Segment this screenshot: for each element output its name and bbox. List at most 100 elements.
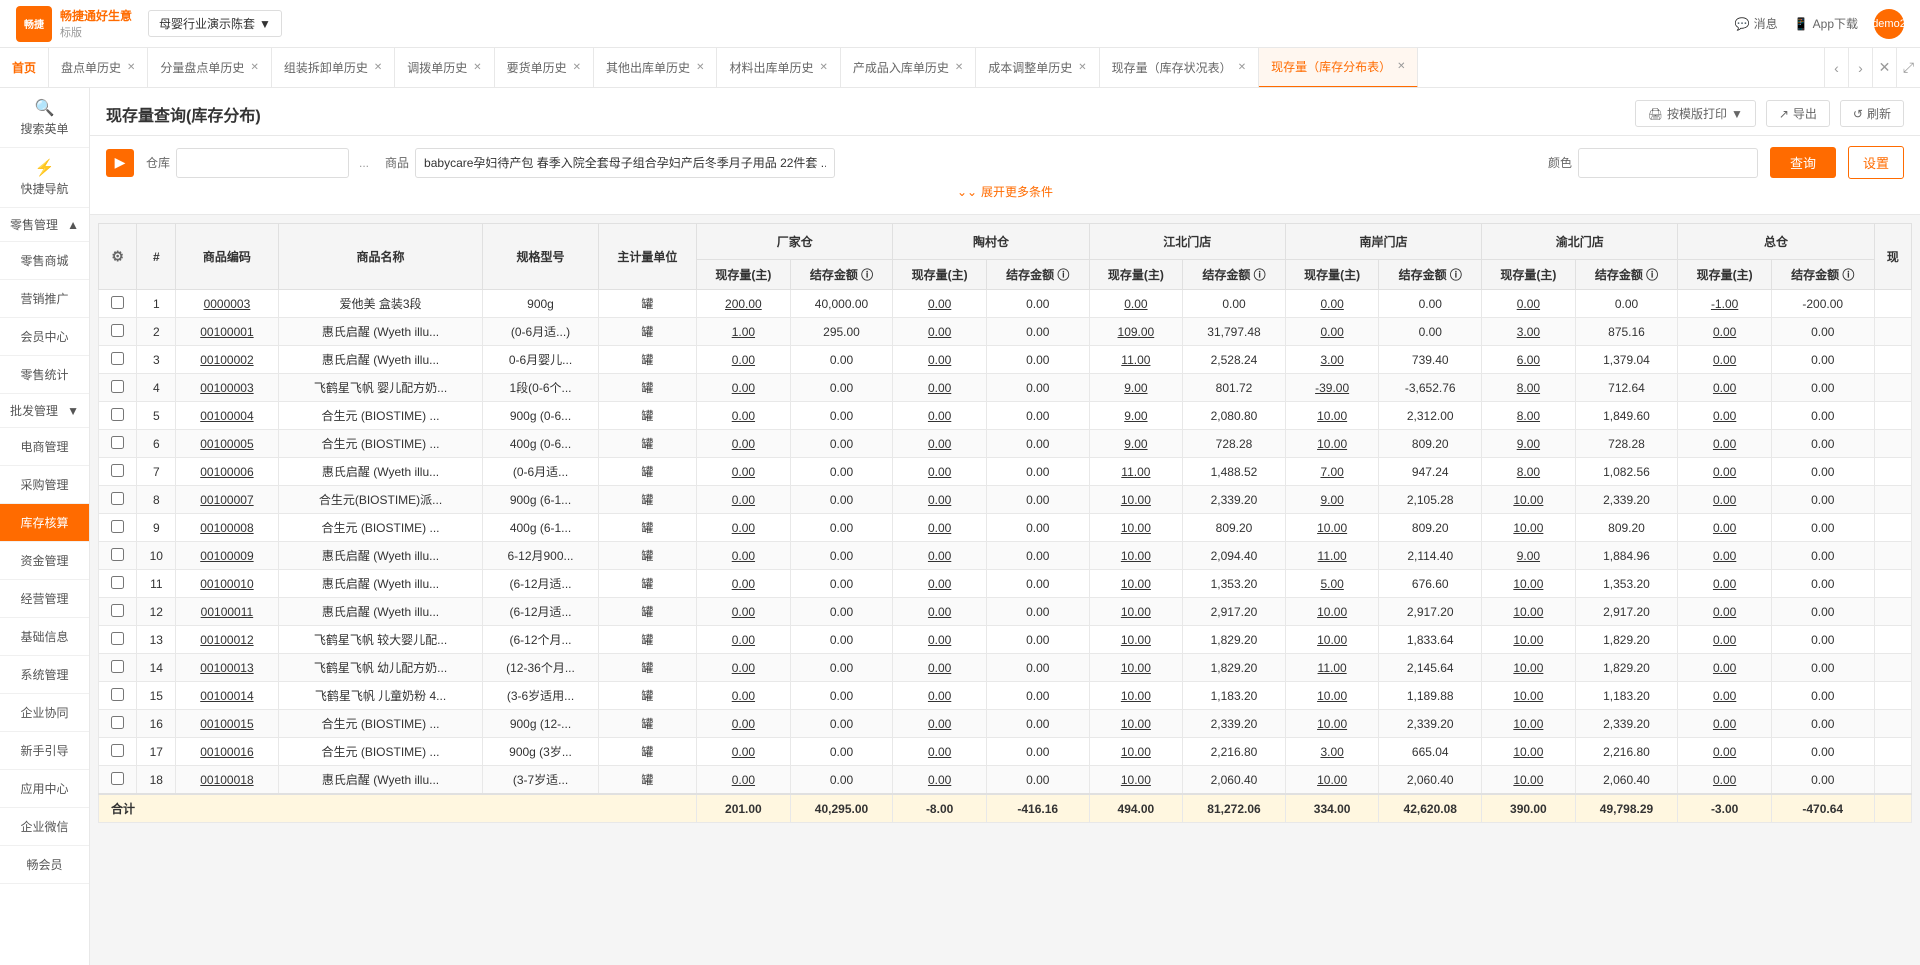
cell-jiangbei-qty[interactable]: 10.00 <box>1089 486 1182 514</box>
cell-total-qty[interactable]: 0.00 <box>1678 458 1771 486</box>
cell-code[interactable]: 00100010 <box>176 570 278 598</box>
cell-yubei-qty[interactable]: 10.00 <box>1482 654 1575 682</box>
sidebar-section-wholesale[interactable]: 批发管理 ▼ <box>0 394 89 428</box>
cell-jiangbei-qty[interactable]: 0.00 <box>1089 290 1182 318</box>
cell-jiangbei-qty[interactable]: 9.00 <box>1089 374 1182 402</box>
cell-total-qty[interactable]: 0.00 <box>1678 374 1771 402</box>
cell-nanan-qty[interactable]: 11.00 <box>1285 542 1378 570</box>
btn-print[interactable]: 🖨 按模版打印 ▼ <box>1635 100 1756 127</box>
cell-nanan-qty[interactable]: 10.00 <box>1285 430 1378 458</box>
cell-code[interactable]: 00100008 <box>176 514 278 542</box>
cell-jiangbei-qty[interactable]: 11.00 <box>1089 346 1182 374</box>
cell-total-qty[interactable]: 0.00 <box>1678 542 1771 570</box>
cell-yubei-qty[interactable]: 10.00 <box>1482 598 1575 626</box>
cell-total-qty[interactable]: 0.00 <box>1678 766 1771 795</box>
cell-factory-qty[interactable]: 200.00 <box>697 290 790 318</box>
cell-factory-qty[interactable]: 0.00 <box>697 346 790 374</box>
expand-more-btn[interactable]: ⌄⌄ 展开更多条件 <box>106 179 1904 204</box>
cell-total-qty[interactable]: 0.00 <box>1678 738 1771 766</box>
cell-total-qty[interactable]: 0.00 <box>1678 682 1771 710</box>
cell-yubei-qty[interactable]: 10.00 <box>1482 486 1575 514</box>
cell-taocun-qty[interactable]: 0.00 <box>893 402 986 430</box>
cell-code[interactable]: 00100013 <box>176 654 278 682</box>
cell-nanan-qty[interactable]: 9.00 <box>1285 486 1378 514</box>
cell-code[interactable]: 00100002 <box>176 346 278 374</box>
cell-jiangbei-qty[interactable]: 10.00 <box>1089 570 1182 598</box>
cell-code[interactable]: 00100005 <box>176 430 278 458</box>
cell-yubei-qty[interactable]: 10.00 <box>1482 682 1575 710</box>
cell-total-qty[interactable]: 0.00 <box>1678 318 1771 346</box>
cell-factory-qty[interactable]: 0.00 <box>697 626 790 654</box>
cell-factory-qty[interactable]: 0.00 <box>697 654 790 682</box>
cell-yubei-qty[interactable]: 10.00 <box>1482 766 1575 795</box>
cell-taocun-qty[interactable]: 0.00 <box>893 542 986 570</box>
cell-code[interactable]: 00100012 <box>176 626 278 654</box>
cell-jiangbei-qty[interactable]: 9.00 <box>1089 402 1182 430</box>
tab-xiancun-fen[interactable]: 现存量（库存分布表） ✕ <box>1259 48 1418 88</box>
btn-setting[interactable]: 设置 <box>1848 146 1904 179</box>
sidebar-item-quicknav[interactable]: ⚡ 快捷导航 <box>0 148 89 208</box>
sidebar-item-guide[interactable]: 新手引导 <box>0 732 89 770</box>
cell-yubei-qty[interactable]: 10.00 <box>1482 626 1575 654</box>
cell-jiangbei-qty[interactable]: 10.00 <box>1089 766 1182 795</box>
cell-jiangbei-qty[interactable]: 10.00 <box>1089 654 1182 682</box>
cell-yubei-qty[interactable]: 0.00 <box>1482 290 1575 318</box>
cell-nanan-qty[interactable]: 10.00 <box>1285 682 1378 710</box>
cell-jiangbei-qty[interactable]: 10.00 <box>1089 626 1182 654</box>
dropdown-org[interactable]: 母婴行业演示陈套 ▼ <box>148 10 282 37</box>
tab-close-tiaobo[interactable]: ✕ <box>473 62 481 73</box>
cell-taocun-qty[interactable]: 0.00 <box>893 290 986 318</box>
cell-total-qty[interactable]: 0.00 <box>1678 598 1771 626</box>
warehouse-input[interactable] <box>176 148 349 178</box>
cell-taocun-qty[interactable]: 0.00 <box>893 766 986 795</box>
cell-code[interactable]: 00100011 <box>176 598 278 626</box>
btn-query[interactable]: 查询 <box>1770 147 1836 178</box>
color-input[interactable] <box>1578 148 1758 178</box>
sidebar-item-wechat[interactable]: 企业微信 <box>0 808 89 846</box>
cell-factory-qty[interactable]: 0.00 <box>697 402 790 430</box>
nav-tab-fullscreen[interactable]: ⤢ <box>1896 48 1920 88</box>
cell-jiangbei-qty[interactable]: 10.00 <box>1089 514 1182 542</box>
cell-yubei-qty[interactable]: 9.00 <box>1482 430 1575 458</box>
cell-factory-qty[interactable]: 0.00 <box>697 542 790 570</box>
cell-nanan-qty[interactable]: 10.00 <box>1285 402 1378 430</box>
sidebar-item-inventory[interactable]: 库存核算 <box>0 504 89 542</box>
cell-taocun-qty[interactable]: 0.00 <box>893 374 986 402</box>
cell-taocun-qty[interactable]: 0.00 <box>893 710 986 738</box>
cell-total-qty[interactable]: 0.00 <box>1678 654 1771 682</box>
tab-cailiao[interactable]: 材料出库单历史 ✕ <box>717 48 840 88</box>
cell-taocun-qty[interactable]: 0.00 <box>893 346 986 374</box>
sidebar-item-shop[interactable]: 零售商城 <box>0 242 89 280</box>
cell-yubei-qty[interactable]: 10.00 <box>1482 710 1575 738</box>
sidebar-item-ecommerce[interactable]: 电商管理 <box>0 428 89 466</box>
cell-check[interactable] <box>99 598 137 626</box>
filter-collapse-btn[interactable]: ▶ <box>106 149 134 177</box>
cell-factory-qty[interactable]: 1.00 <box>697 318 790 346</box>
sidebar-item-finance[interactable]: 资金管理 <box>0 542 89 580</box>
tab-close-cailiao[interactable]: ✕ <box>819 62 827 73</box>
cell-code[interactable]: 00100003 <box>176 374 278 402</box>
cell-taocun-qty[interactable]: 0.00 <box>893 318 986 346</box>
cell-check[interactable] <box>99 654 137 682</box>
cell-code[interactable]: 00100007 <box>176 486 278 514</box>
cell-jiangbei-qty[interactable]: 109.00 <box>1089 318 1182 346</box>
cell-nanan-qty[interactable]: 10.00 <box>1285 598 1378 626</box>
cell-check[interactable] <box>99 766 137 795</box>
btn-refresh[interactable]: ↺ 刷新 <box>1840 100 1904 127</box>
cell-factory-qty[interactable]: 0.00 <box>697 458 790 486</box>
cell-taocun-qty[interactable]: 0.00 <box>893 738 986 766</box>
cell-taocun-qty[interactable]: 0.00 <box>893 626 986 654</box>
tab-close-xiancun-fen[interactable]: ✕ <box>1397 61 1405 72</box>
cell-code[interactable]: 00100018 <box>176 766 278 795</box>
cell-nanan-qty[interactable]: 11.00 <box>1285 654 1378 682</box>
tab-close-zuhe[interactable]: ✕ <box>374 62 382 73</box>
cell-check[interactable] <box>99 486 137 514</box>
cell-taocun-qty[interactable]: 0.00 <box>893 430 986 458</box>
nav-arrow-left[interactable]: ‹ <box>1824 48 1848 88</box>
cell-total-qty[interactable]: 0.00 <box>1678 626 1771 654</box>
nav-tab-close-all[interactable]: ✕ <box>1872 48 1896 88</box>
cell-check[interactable] <box>99 318 137 346</box>
gear-icon[interactable]: ⚙ <box>111 248 124 264</box>
cell-nanan-qty[interactable]: 0.00 <box>1285 290 1378 318</box>
cell-taocun-qty[interactable]: 0.00 <box>893 570 986 598</box>
